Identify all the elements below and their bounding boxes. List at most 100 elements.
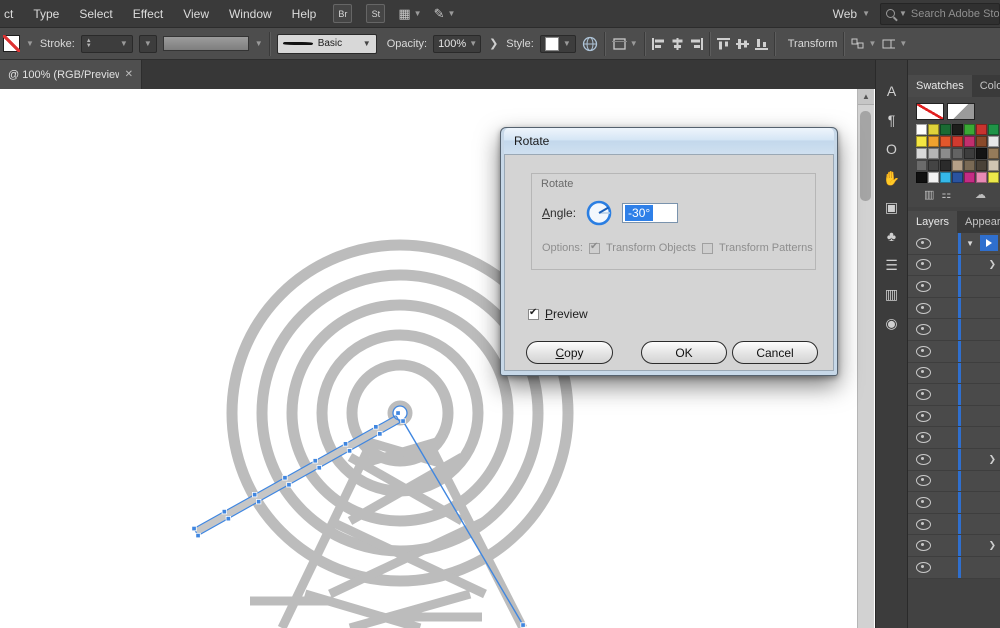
arrange-documents-icon[interactable]: ▦▼ (398, 6, 421, 22)
menu-item-object[interactable]: ct (0, 0, 23, 28)
layer-row[interactable] (908, 276, 1000, 298)
visibility-eye-icon[interactable] (916, 562, 931, 573)
swatch-libraries-icon[interactable]: ▥ (924, 188, 934, 201)
menu-item-select[interactable]: Select (69, 0, 122, 28)
menu-item-type[interactable]: Type (23, 0, 69, 28)
swatch[interactable] (940, 172, 951, 183)
artboard-panel-icon[interactable]: ▣ (881, 198, 903, 216)
transform-patterns-checkbox[interactable] (702, 243, 713, 254)
angle-input[interactable]: -30° (622, 203, 678, 223)
swatch[interactable] (976, 136, 987, 147)
swatch[interactable] (940, 136, 951, 147)
ok-button[interactable]: OK (641, 341, 727, 364)
swatch[interactable] (928, 160, 939, 171)
layer-row[interactable]: ❯ (908, 449, 1000, 471)
swatch[interactable] (964, 160, 975, 171)
visibility-eye-icon[interactable] (916, 324, 931, 335)
visibility-eye-icon[interactable] (916, 389, 931, 400)
layer-row[interactable] (908, 406, 1000, 428)
visibility-eye-icon[interactable] (916, 540, 931, 551)
visibility-eye-icon[interactable] (916, 281, 931, 292)
swatch[interactable] (928, 148, 939, 159)
distribute-center-icon[interactable] (736, 38, 749, 50)
workspace-switcher[interactable]: Web ▼ (833, 7, 870, 21)
menu-item-view[interactable]: View (173, 0, 219, 28)
distribute-top-icon[interactable] (717, 38, 730, 50)
swatch[interactable] (988, 160, 999, 171)
stock-badge[interactable]: St (366, 4, 385, 23)
swatch-kind-icon[interactable]: ⚏ (941, 188, 951, 201)
chevron-down-icon[interactable]: ▼ (966, 239, 974, 248)
align-left-icon[interactable] (652, 38, 665, 50)
swatch[interactable] (916, 136, 927, 147)
menu-item-effect[interactable]: Effect (123, 0, 173, 28)
visibility-eye-icon[interactable] (916, 259, 931, 270)
pencil-wave-icon[interactable]: ✎▼ (434, 6, 456, 22)
shape-options-icon[interactable]: ▼ (851, 38, 876, 50)
swatch[interactable] (916, 172, 927, 183)
swatch[interactable] (976, 172, 987, 183)
layer-row[interactable]: ❯ (908, 535, 1000, 557)
document-setup-icon[interactable]: ▼ (612, 37, 638, 51)
visibility-eye-icon[interactable] (916, 432, 931, 443)
style-dropdown[interactable]: ▼ (540, 35, 576, 53)
transform-objects-checkbox[interactable] (589, 243, 600, 254)
layer-row[interactable] (908, 363, 1000, 385)
cancel-button[interactable]: Cancel (732, 341, 818, 364)
visibility-eye-icon[interactable] (916, 497, 931, 508)
copy-button[interactable]: Copy (526, 341, 613, 364)
expand-chevron-icon[interactable]: ❯ (988, 540, 996, 551)
selected-layer-thumbnail[interactable] (980, 235, 998, 251)
swatch[interactable] (988, 172, 999, 183)
visibility-eye-icon[interactable] (916, 367, 931, 378)
tab-appearance[interactable]: Appearance (957, 211, 1000, 233)
scroll-up-icon[interactable]: ▲ (858, 89, 874, 105)
fill-stroke-proxy[interactable] (3, 35, 20, 52)
swatch[interactable] (952, 148, 963, 159)
rotate-dialog[interactable]: Rotate Rotate Angle: -30° Options: (500, 127, 838, 376)
isolate-options-icon[interactable]: ▼ (882, 38, 907, 50)
opacity-panel-arrow[interactable]: ❯ (487, 37, 500, 50)
layer-row[interactable] (908, 427, 1000, 449)
layer-row[interactable] (908, 492, 1000, 514)
layer-row[interactable]: ❯ (908, 255, 1000, 277)
layer-row[interactable] (908, 557, 1000, 579)
visibility-eye-icon[interactable] (916, 303, 931, 314)
swatch[interactable] (952, 124, 963, 135)
preview-checkbox[interactable] (528, 309, 539, 320)
swatch[interactable] (928, 124, 939, 135)
chevron-down-icon[interactable]: ▼ (255, 39, 263, 48)
tab-layers[interactable]: Layers (908, 211, 957, 233)
transform-link[interactable]: Transform (788, 38, 838, 50)
swatch[interactable] (916, 148, 927, 159)
layer-row[interactable] (908, 319, 1000, 341)
brush-definition-dropdown[interactable]: Basic ▼ (277, 34, 377, 54)
cloud-icon[interactable]: ☁ (975, 188, 986, 201)
layer-row[interactable] (908, 384, 1000, 406)
expand-chevron-icon[interactable]: ❯ (988, 454, 996, 465)
symbols-panel-icon[interactable]: ♣ (881, 227, 903, 245)
align-right-icon[interactable] (690, 38, 703, 50)
variable-width-dropdown[interactable]: ▼ (139, 35, 157, 53)
swatch[interactable] (964, 136, 975, 147)
opentype-panel-icon[interactable]: O (881, 140, 903, 158)
swatch[interactable] (952, 172, 963, 183)
swatch[interactable] (976, 148, 987, 159)
layer-row[interactable] (908, 471, 1000, 493)
vertical-scrollbar[interactable]: ▲ (857, 89, 874, 628)
swatch[interactable] (976, 160, 987, 171)
swatch[interactable] (940, 148, 951, 159)
document-tab[interactable]: @ 100% (RGB/Preview) ✕ (0, 60, 142, 89)
align-center-icon[interactable] (671, 38, 684, 50)
swatch[interactable] (964, 172, 975, 183)
swatch[interactable] (988, 124, 999, 135)
swatch[interactable] (940, 124, 951, 135)
swatch[interactable] (928, 172, 939, 183)
visibility-eye-icon[interactable] (916, 519, 931, 530)
bridge-badge[interactable]: Br (333, 4, 352, 23)
scrollbar-thumb[interactable] (860, 111, 871, 201)
distribute-bottom-icon[interactable] (755, 38, 768, 50)
swatch[interactable] (952, 136, 963, 147)
tab-swatches[interactable]: Swatches (908, 75, 972, 97)
paragraph-panel-icon[interactable]: ¶ (881, 111, 903, 129)
